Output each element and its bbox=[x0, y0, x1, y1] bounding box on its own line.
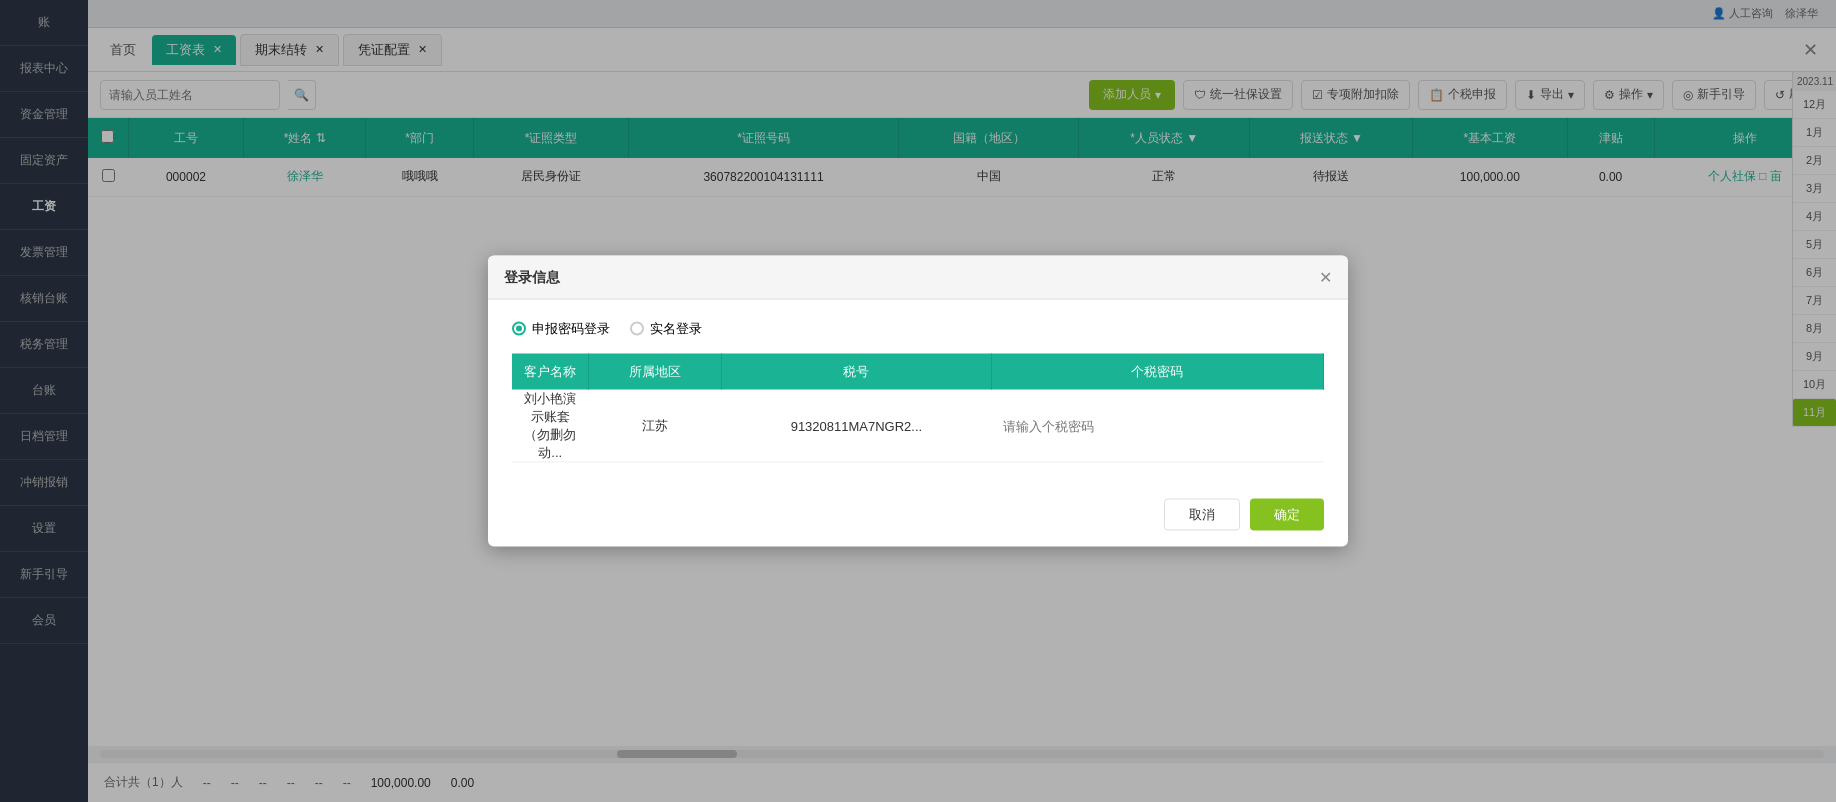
inner-table-row: 刘小艳演示账套（勿删勿动... 江苏 91320811MA7NGR2... bbox=[512, 390, 1324, 463]
modal-close-icon[interactable]: ✕ bbox=[1319, 268, 1332, 287]
modal-header: 登录信息 ✕ bbox=[488, 256, 1348, 300]
modal-footer: 取消 确定 bbox=[488, 483, 1348, 547]
inner-table-header: 客户名称 所属地区 税号 个税密码 bbox=[512, 354, 1324, 390]
confirm-button[interactable]: 确定 bbox=[1250, 499, 1324, 531]
col-region: 所属地区 bbox=[589, 354, 722, 390]
radio-realname-dot bbox=[630, 322, 644, 336]
password-cell[interactable] bbox=[991, 390, 1323, 463]
login-table: 客户名称 所属地区 税号 个税密码 刘小艳演示账套（勿删勿动... 江苏 913… bbox=[512, 354, 1324, 463]
modal-body: 申报密码登录 实名登录 客户名称 所属地区 税号 个税密码 刘小艳演示账套（勿删… bbox=[488, 300, 1348, 483]
radio-realname-login[interactable]: 实名登录 bbox=[630, 320, 702, 338]
login-info-modal: 登录信息 ✕ 申报密码登录 实名登录 客户名称 所属地区 税号 个税密码 bbox=[488, 256, 1348, 547]
radio-password-dot bbox=[512, 322, 526, 336]
modal-title: 登录信息 bbox=[504, 268, 560, 286]
cancel-button[interactable]: 取消 bbox=[1164, 499, 1240, 531]
client-name-cell: 刘小艳演示账套（勿删勿动... bbox=[512, 390, 589, 463]
radio-group: 申报密码登录 实名登录 bbox=[512, 320, 1324, 338]
col-client-name: 客户名称 bbox=[512, 354, 589, 390]
tax-id-cell: 91320811MA7NGR2... bbox=[722, 390, 991, 463]
radio-password-login[interactable]: 申报密码登录 bbox=[512, 320, 610, 338]
col-tax-id: 税号 bbox=[722, 354, 991, 390]
region-cell: 江苏 bbox=[589, 390, 722, 463]
individual-tax-password-input[interactable] bbox=[1003, 418, 1311, 433]
col-password: 个税密码 bbox=[991, 354, 1323, 390]
